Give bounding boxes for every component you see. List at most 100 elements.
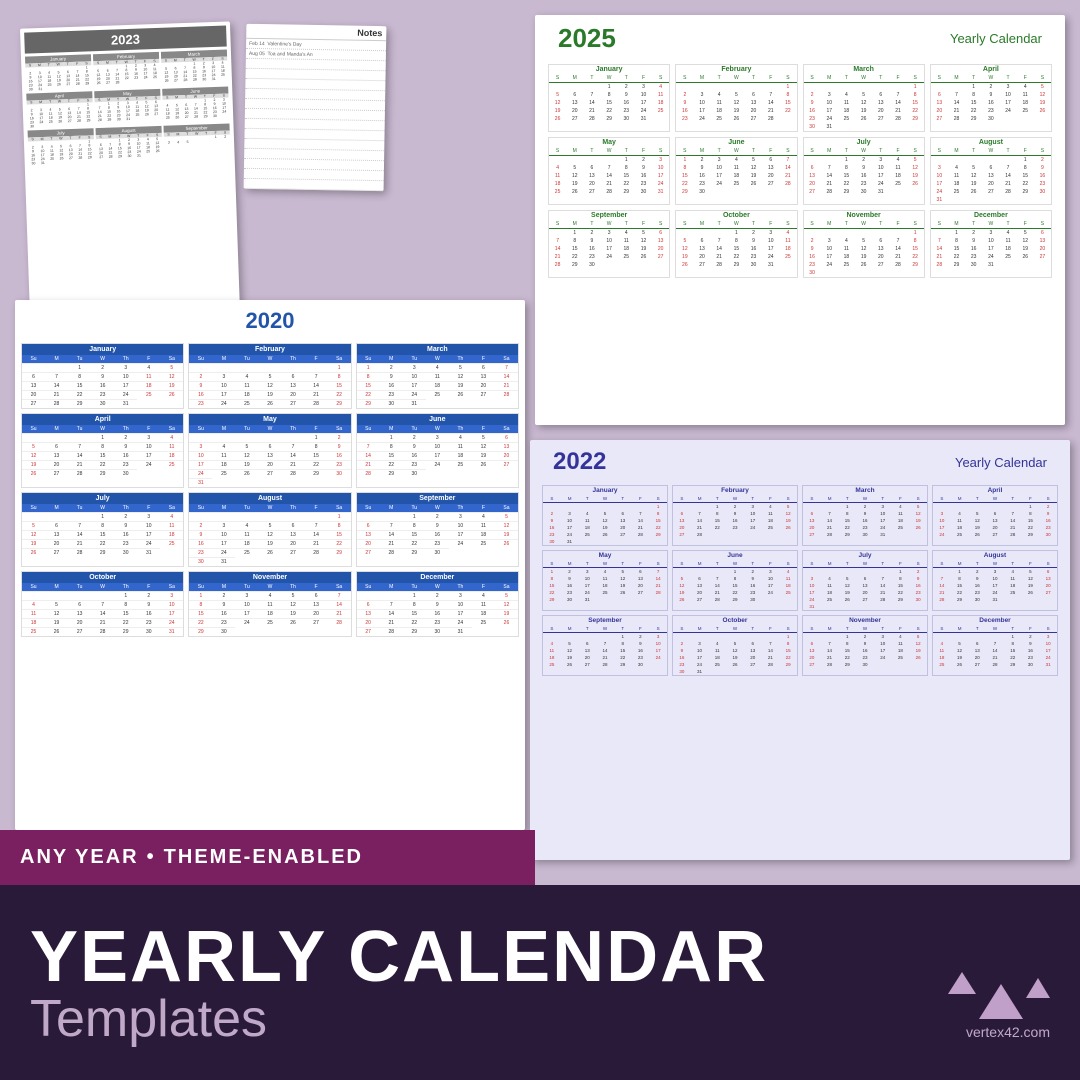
day-cell: [282, 433, 305, 442]
day-cell: 20: [305, 609, 328, 618]
day-cell: 7: [931, 237, 948, 245]
day-cell: 10: [762, 575, 780, 582]
day-cell: 23: [856, 654, 874, 661]
day-cell: 27: [614, 531, 632, 538]
day-cell: 26: [909, 524, 927, 531]
day-header-cell: Sa: [160, 355, 183, 363]
month-block-october-2020: OctoberSuMTuWThFSa1234567891011121314151…: [21, 571, 184, 637]
day-cell: 13: [632, 575, 650, 582]
day-cell: 31: [403, 399, 426, 408]
day-cell: 3: [561, 510, 579, 517]
day-cell: 30: [426, 548, 449, 557]
day-cell: 8: [1004, 640, 1022, 647]
day-cell: 27: [495, 460, 518, 469]
day-cell: 12: [968, 517, 986, 524]
day-cell: [933, 503, 951, 510]
day-cell: 2: [91, 363, 114, 372]
day-cell: 7: [68, 442, 91, 451]
day-cell: 9: [137, 600, 160, 609]
day-cell: [596, 633, 614, 640]
month-days-may-2025: SMTWTFS123456789101112131415161718192021…: [549, 147, 669, 196]
day-cell: [189, 363, 212, 372]
day-cell: 11: [652, 91, 669, 99]
day-cell: 7: [305, 521, 328, 530]
day-cell: 17: [649, 647, 667, 654]
day-header-cell: T: [583, 220, 600, 229]
month-header-january-2025: January: [549, 65, 669, 74]
day-cell: 11: [1017, 91, 1034, 99]
day-cell: 26: [258, 399, 281, 408]
day-cell: 25: [449, 460, 472, 469]
day-cell: 19: [495, 609, 518, 618]
day-cell: 17: [821, 253, 838, 261]
day-cell: 25: [160, 539, 183, 548]
day-cell: 21: [68, 539, 91, 548]
day-cell: 14: [282, 451, 305, 460]
day-cell: 24: [803, 596, 821, 603]
day-cell: 3: [649, 633, 667, 640]
day-cell: 1: [91, 512, 114, 521]
day-cell: 6: [472, 363, 495, 372]
day-cell: 30: [909, 596, 927, 603]
day-cell: 27: [803, 661, 821, 668]
day-cell: 17: [635, 99, 652, 107]
day-header-cell: M: [951, 495, 969, 503]
month-block-march-2020: MarchSuMTuWThFSa123456789101112131415161…: [356, 343, 519, 409]
mini-cal-january-2023: January SMTWTFS 1 2345678 9101112131415 …: [25, 54, 92, 91]
day-cell: 9: [804, 99, 821, 107]
day-cell: 8: [676, 164, 693, 172]
day-cell: 2: [673, 640, 691, 647]
day-cell: 17: [931, 180, 948, 188]
day-cell: 10: [426, 442, 449, 451]
day-header-cell: T: [618, 220, 635, 229]
day-cell: 28: [305, 399, 328, 408]
day-cell: 21: [821, 180, 838, 188]
day-cell: 7: [874, 575, 892, 582]
day-cell: 29: [965, 115, 982, 123]
day-cell: 11: [999, 237, 1016, 245]
day-cell: [821, 503, 839, 510]
day-cell: 14: [305, 530, 328, 539]
day-header-cell: S: [652, 74, 669, 83]
day-cell: 22: [1022, 524, 1040, 531]
day-cell: [968, 503, 986, 510]
day-cell: 9: [744, 575, 762, 582]
day-cell: 16: [189, 539, 212, 548]
day-cell: 23: [114, 539, 137, 548]
day-cell: 8: [728, 237, 745, 245]
day-cell: 13: [652, 237, 669, 245]
day-cell: 3: [137, 433, 160, 442]
day-cell: 28: [549, 261, 566, 269]
day-cell: [931, 229, 948, 237]
day-header-cell: M: [45, 355, 68, 363]
day-header-cell: F: [1017, 147, 1034, 156]
day-cell: 4: [999, 229, 1016, 237]
day-header-cell: Su: [357, 583, 380, 591]
month-header-july-2020: July: [22, 493, 183, 504]
day-cell: 18: [578, 524, 596, 531]
day-header-cell: Su: [357, 504, 380, 512]
day-cell: [189, 512, 212, 521]
day-cell: 4: [472, 591, 495, 600]
day-cell: [804, 156, 821, 164]
day-cell: 30: [673, 668, 691, 675]
day-cell: 17: [691, 654, 709, 661]
day-header-cell: Sa: [328, 425, 351, 433]
day-cell: 24: [872, 180, 889, 188]
month-block-february-2022: FebruarySMTWTFS1234567891011121314151617…: [672, 485, 798, 546]
day-cell: 19: [838, 589, 856, 596]
day-header-cell: S: [1034, 147, 1051, 156]
month-days-august-2020: SuMTuWThFSa12345678910111213141516171819…: [189, 504, 350, 566]
mini-cal-february-2023: February SMTWTFS 1234 567891011 12131415…: [93, 52, 160, 89]
day-cell: 26: [728, 115, 745, 123]
calendar-2022-grid: JanuarySMTWTFS12345678910111213141516171…: [538, 481, 1062, 680]
day-cell: 12: [258, 381, 281, 390]
day-cell: 16: [583, 245, 600, 253]
day-header-cell: F: [892, 625, 910, 633]
day-header-cell: M: [45, 425, 68, 433]
day-cell: 9: [965, 237, 982, 245]
day-cell: [566, 156, 583, 164]
day-cell: 31: [762, 261, 779, 269]
day-cell: 10: [982, 237, 999, 245]
day-cell: 21: [380, 618, 403, 627]
